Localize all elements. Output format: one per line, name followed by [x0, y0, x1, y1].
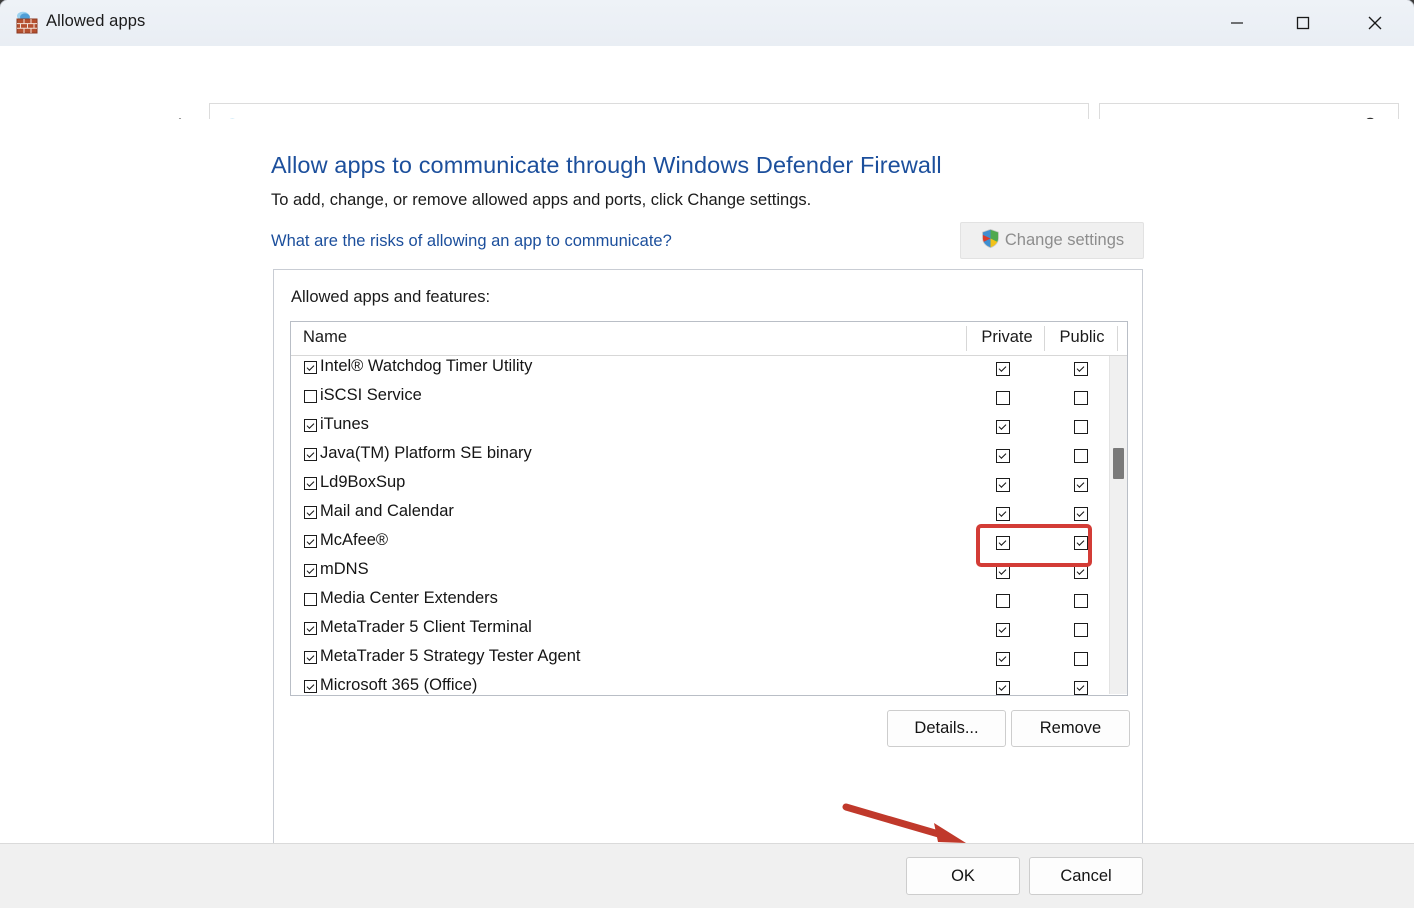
allowed-apps-listbox[interactable]: Name Private Public Intel® Watchdog Time… [290, 321, 1128, 696]
row-app-name: Intel® Watchdog Timer Utility [320, 357, 532, 376]
table-row[interactable]: MetaTrader 5 Client Terminal [291, 616, 1127, 645]
group-label: Allowed apps and features: [291, 288, 490, 307]
row-public-checkbox[interactable] [1074, 507, 1088, 526]
table-row[interactable]: iSCSI Service [291, 384, 1127, 413]
table-row[interactable]: iTunes [291, 413, 1127, 442]
row-public-checkbox[interactable] [1074, 478, 1088, 497]
row-enable-checkbox[interactable] [304, 477, 317, 495]
table-row[interactable]: Microsoft 365 (Office) [291, 674, 1127, 696]
cancel-button[interactable]: Cancel [1029, 857, 1143, 895]
table-row[interactable]: MetaTrader 5 Strategy Tester Agent [291, 645, 1127, 674]
table-row[interactable]: Java(TM) Platform SE binary [291, 442, 1127, 471]
row-enable-checkbox[interactable] [304, 651, 317, 669]
row-private-checkbox[interactable] [996, 594, 1010, 613]
page-title: Allow apps to communicate through Window… [271, 152, 942, 179]
close-button[interactable] [1344, 0, 1406, 46]
row-private-checkbox[interactable] [996, 681, 1010, 696]
row-private-checkbox[interactable] [996, 536, 1010, 555]
table-row[interactable]: Ld9BoxSup [291, 471, 1127, 500]
firewall-brick-icon [14, 10, 40, 36]
main-content: Allow apps to communicate through Window… [0, 119, 1414, 843]
row-private-checkbox[interactable] [996, 507, 1010, 526]
window-title: Allowed apps [46, 12, 145, 31]
row-public-checkbox[interactable] [1074, 420, 1088, 439]
list-rows: Intel® Watchdog Timer Utility iSCSI Servi… [291, 355, 1127, 695]
row-app-name: McAfee® [320, 531, 388, 550]
row-public-checkbox[interactable] [1074, 652, 1088, 671]
dialog-footer: OK Cancel [0, 843, 1414, 908]
list-header: Name Private Public [291, 322, 1127, 356]
allowed-apps-groupbox: Allowed apps and features: Name Private … [273, 269, 1143, 879]
row-private-checkbox[interactable] [996, 420, 1010, 439]
list-scrollbar[interactable] [1109, 356, 1127, 694]
row-public-checkbox[interactable] [1074, 391, 1088, 410]
row-private-checkbox[interactable] [996, 652, 1010, 671]
risks-link[interactable]: What are the risks of allowing an app to… [271, 232, 672, 251]
row-enable-checkbox[interactable] [304, 448, 317, 466]
details-button[interactable]: Details... [887, 710, 1006, 747]
minimize-button[interactable] [1206, 0, 1268, 46]
row-public-checkbox[interactable] [1074, 681, 1088, 696]
row-app-name: Microsoft 365 (Office) [320, 676, 477, 695]
table-row[interactable]: Intel® Watchdog Timer Utility [291, 355, 1127, 384]
row-app-name: MetaTrader 5 Strategy Tester Agent [320, 647, 580, 666]
allowed-apps-window: Allowed apps [0, 0, 1414, 908]
row-enable-checkbox[interactable] [304, 506, 317, 524]
remove-button[interactable]: Remove [1011, 710, 1130, 747]
row-private-checkbox[interactable] [996, 449, 1010, 468]
remove-label: Remove [1040, 719, 1101, 738]
table-row[interactable]: Mail and Calendar [291, 500, 1127, 529]
row-private-checkbox[interactable] [996, 391, 1010, 410]
row-public-checkbox[interactable] [1074, 623, 1088, 642]
column-divider [1044, 326, 1045, 351]
row-enable-checkbox[interactable] [304, 593, 317, 611]
title-bar: Allowed apps [0, 0, 1414, 46]
row-public-checkbox[interactable] [1074, 362, 1088, 381]
row-app-name: mDNS [320, 560, 369, 579]
column-header-private[interactable]: Private [970, 328, 1044, 347]
row-private-checkbox[interactable] [996, 362, 1010, 381]
row-enable-checkbox[interactable] [304, 622, 317, 640]
column-divider [966, 326, 967, 351]
navigation-bar: « System and Security › Windows Defender… [0, 46, 1414, 119]
row-app-name: Media Center Extenders [320, 589, 498, 608]
row-enable-checkbox[interactable] [304, 564, 317, 582]
row-enable-checkbox[interactable] [304, 535, 317, 553]
row-app-name: Java(TM) Platform SE binary [320, 444, 532, 463]
change-settings-button[interactable]: Change settings [960, 222, 1144, 259]
row-app-name: MetaTrader 5 Client Terminal [320, 618, 532, 637]
row-enable-checkbox[interactable] [304, 361, 317, 379]
ok-button[interactable]: OK [906, 857, 1020, 895]
row-app-name: Ld9BoxSup [320, 473, 405, 492]
row-private-checkbox[interactable] [996, 623, 1010, 642]
row-private-checkbox[interactable] [996, 478, 1010, 497]
row-private-checkbox[interactable] [996, 565, 1010, 584]
row-public-checkbox[interactable] [1074, 449, 1088, 468]
ok-label: OK [951, 867, 975, 886]
page-subtitle: To add, change, or remove allowed apps a… [271, 191, 811, 210]
row-public-checkbox[interactable] [1074, 565, 1088, 584]
row-enable-checkbox[interactable] [304, 390, 317, 408]
table-row[interactable]: mDNS [291, 558, 1127, 587]
row-public-checkbox[interactable] [1074, 594, 1088, 613]
row-enable-checkbox[interactable] [304, 680, 317, 696]
row-app-name: Mail and Calendar [320, 502, 454, 521]
row-app-name: iTunes [320, 415, 369, 434]
row-app-name: iSCSI Service [320, 386, 422, 405]
cancel-label: Cancel [1060, 867, 1111, 886]
row-enable-checkbox[interactable] [304, 419, 317, 437]
row-public-checkbox[interactable] [1074, 536, 1088, 555]
column-header-name[interactable]: Name [303, 328, 347, 347]
table-row[interactable]: McAfee® [291, 529, 1127, 558]
column-divider [1117, 326, 1118, 351]
maximize-button[interactable] [1272, 0, 1334, 46]
list-scrollbar-thumb[interactable] [1113, 448, 1124, 479]
table-row[interactable]: Media Center Extenders [291, 587, 1127, 616]
change-settings-label: Change settings [1005, 231, 1124, 250]
column-header-public[interactable]: Public [1048, 328, 1116, 347]
details-label: Details... [914, 719, 978, 738]
uac-shield-icon [980, 228, 1001, 254]
